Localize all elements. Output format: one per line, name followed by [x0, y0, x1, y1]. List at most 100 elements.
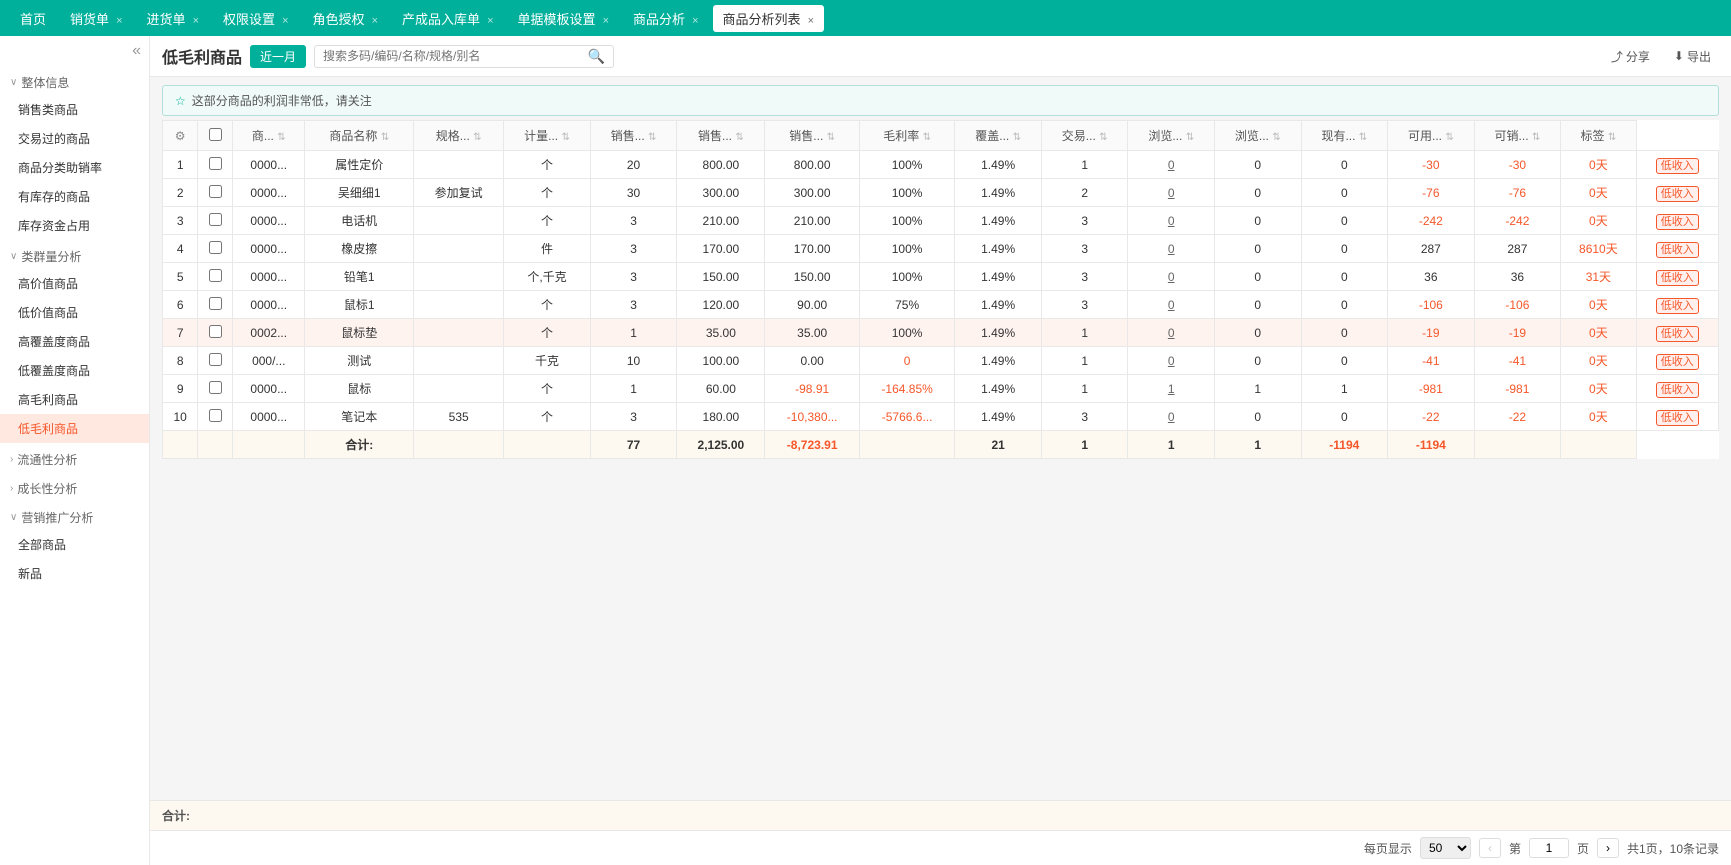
sidebar-item-新品[interactable]: 新品 — [0, 559, 149, 588]
col-checkbox[interactable] — [198, 121, 233, 151]
sidebar-item-高价值商品[interactable]: 高价值商品 — [0, 269, 149, 298]
sidebar-item-高毛利商品[interactable]: 高毛利商品 — [0, 385, 149, 414]
row-trade[interactable]: 0 — [1128, 291, 1215, 319]
col-sellable[interactable]: 可销... ⇅ — [1474, 121, 1561, 151]
col-sale-amount[interactable]: 销售... ⇅ — [765, 121, 859, 151]
row-checkbox[interactable] — [198, 403, 233, 431]
close-tab-icon[interactable]: × — [190, 15, 199, 27]
search-icon[interactable]: 🔍 — [588, 48, 605, 65]
sidebar-item-全部商品[interactable]: 全部商品 — [0, 530, 149, 559]
row-checkbox-input[interactable] — [209, 185, 222, 198]
export-button[interactable]: ⬇ 导出 — [1666, 45, 1719, 68]
select-all-checkbox[interactable] — [209, 128, 222, 141]
row-checkbox-input[interactable] — [209, 409, 222, 422]
sidebar-item-低毛利商品[interactable]: 低毛利商品 — [0, 414, 149, 443]
row-checkbox-input[interactable] — [209, 241, 222, 254]
row-browse1: 0 — [1214, 291, 1301, 319]
col-unit[interactable]: 计量... ⇅ — [504, 121, 591, 151]
close-tab-icon[interactable]: × — [805, 15, 814, 27]
col-current[interactable]: 现有... ⇅ — [1301, 121, 1388, 151]
row-checkbox[interactable] — [198, 235, 233, 263]
sidebar-item-商品分类助销率[interactable]: 商品分类助销率 — [0, 153, 149, 182]
share-button[interactable]: ⤴ 分享 — [1603, 45, 1658, 68]
col-sale-price[interactable]: 销售... ⇅ — [677, 121, 765, 151]
filter-month-button[interactable]: 近一月 — [250, 45, 306, 68]
row-trade[interactable]: 0 — [1128, 207, 1215, 235]
sidebar-item-销售类商品[interactable]: 销售类商品 — [0, 95, 149, 124]
sidebar-item-交易过的商品[interactable]: 交易过的商品 — [0, 124, 149, 153]
row-checkbox-input[interactable] — [209, 157, 222, 170]
col-spec[interactable]: 规格... ⇅ — [414, 121, 504, 151]
sidebar-item-库存资金占用[interactable]: 库存资金占用 — [0, 211, 149, 240]
col-browse1[interactable]: 浏览... ⇅ — [1128, 121, 1215, 151]
nav-item-商品分析列表[interactable]: 商品分析列表 × — [713, 5, 825, 32]
close-tab-icon[interactable]: × — [279, 15, 288, 27]
close-tab-icon[interactable]: × — [369, 15, 378, 27]
close-tab-icon[interactable]: × — [600, 15, 609, 27]
col-code[interactable]: 商... ⇅ — [233, 121, 305, 151]
row-trade[interactable]: 0 — [1128, 403, 1215, 431]
row-checkbox-input[interactable] — [209, 269, 222, 282]
nav-item-权限设置[interactable]: 权限设置 × — [213, 5, 299, 32]
sidebar-item-有库存的商品[interactable]: 有库存的商品 — [0, 182, 149, 211]
sidebar-item-低覆盖度商品[interactable]: 低覆盖度商品 — [0, 356, 149, 385]
nav-item-首页[interactable]: 首页 — [10, 5, 56, 32]
prev-page-button[interactable]: ‹ — [1479, 838, 1501, 858]
row-trade[interactable]: 0 — [1128, 151, 1215, 179]
nav-item-单据模板设置[interactable]: 单据模板设置 × — [508, 5, 620, 32]
row-checkbox-input[interactable] — [209, 353, 222, 366]
row-spec — [414, 375, 504, 403]
col-tag[interactable]: 标签 ⇅ — [1561, 121, 1636, 151]
row-trade[interactable]: 0 — [1128, 347, 1215, 375]
col-settings[interactable]: ⚙ — [163, 121, 198, 151]
table-wrapper[interactable]: ⚙ 商... ⇅ 商品名称 ⇅ 规格... ⇅ 计量... ⇅ 销售... ⇅ … — [150, 120, 1731, 800]
row-trade[interactable]: 0 — [1128, 319, 1215, 347]
row-checkbox-input[interactable] — [209, 325, 222, 338]
close-tab-icon[interactable]: × — [113, 15, 122, 27]
close-tab-icon[interactable]: × — [689, 15, 698, 27]
nav-item-销货单[interactable]: 销货单 × — [60, 5, 133, 32]
page-number-input[interactable] — [1529, 838, 1569, 858]
row-checkbox[interactable] — [198, 291, 233, 319]
per-page-select[interactable]: 2050100 — [1420, 837, 1471, 859]
row-checkbox[interactable] — [198, 347, 233, 375]
row-checkbox-input[interactable] — [209, 381, 222, 394]
search-box: 🔍 — [314, 45, 614, 68]
row-checkbox[interactable] — [198, 207, 233, 235]
col-available[interactable]: 可用... ⇅ — [1388, 121, 1475, 151]
sidebar-group-0[interactable]: ∨整体信息 — [0, 66, 149, 95]
row-profit: 75% — [859, 291, 954, 319]
next-page-button[interactable]: › — [1597, 838, 1619, 858]
col-sale-qty[interactable]: 销售... ⇅ — [590, 121, 677, 151]
row-checkbox[interactable] — [198, 263, 233, 291]
sidebar-item-低价值商品[interactable]: 低价值商品 — [0, 298, 149, 327]
row-trade[interactable]: 0 — [1128, 263, 1215, 291]
nav-item-产成品入库单[interactable]: 产成品入库单 × — [392, 5, 504, 32]
row-trade[interactable]: 1 — [1128, 375, 1215, 403]
tag-label: 低收入 — [1656, 298, 1699, 314]
sidebar-group-4[interactable]: ∨营销推广分析 — [0, 501, 149, 530]
row-checkbox-input[interactable] — [209, 297, 222, 310]
col-gross-rate[interactable]: 毛利率 ⇅ — [859, 121, 954, 151]
row-trade[interactable]: 0 — [1128, 179, 1215, 207]
row-checkbox-input[interactable] — [209, 213, 222, 226]
row-checkbox[interactable] — [198, 375, 233, 403]
col-cover[interactable]: 覆盖... ⇅ — [955, 121, 1042, 151]
sidebar-item-高覆盖度商品[interactable]: 高覆盖度商品 — [0, 327, 149, 356]
sidebar-group-1[interactable]: ∨类群量分析 — [0, 240, 149, 269]
nav-item-商品分析[interactable]: 商品分析 × — [623, 5, 709, 32]
search-input[interactable] — [323, 49, 588, 63]
nav-item-进货单[interactable]: 进货单 × — [137, 5, 210, 32]
row-checkbox[interactable] — [198, 179, 233, 207]
nav-item-角色授权[interactable]: 角色授权 × — [303, 5, 389, 32]
col-browse2[interactable]: 浏览... ⇅ — [1214, 121, 1301, 151]
sidebar-collapse-button[interactable]: « — [0, 36, 149, 66]
sidebar-group-2[interactable]: ›流通性分析 — [0, 443, 149, 472]
sidebar-group-3[interactable]: ›成长性分析 — [0, 472, 149, 501]
col-trade[interactable]: 交易... ⇅ — [1041, 121, 1128, 151]
col-name[interactable]: 商品名称 ⇅ — [305, 121, 414, 151]
close-tab-icon[interactable]: × — [484, 15, 493, 27]
row-checkbox[interactable] — [198, 151, 233, 179]
row-checkbox[interactable] — [198, 319, 233, 347]
row-trade[interactable]: 0 — [1128, 235, 1215, 263]
